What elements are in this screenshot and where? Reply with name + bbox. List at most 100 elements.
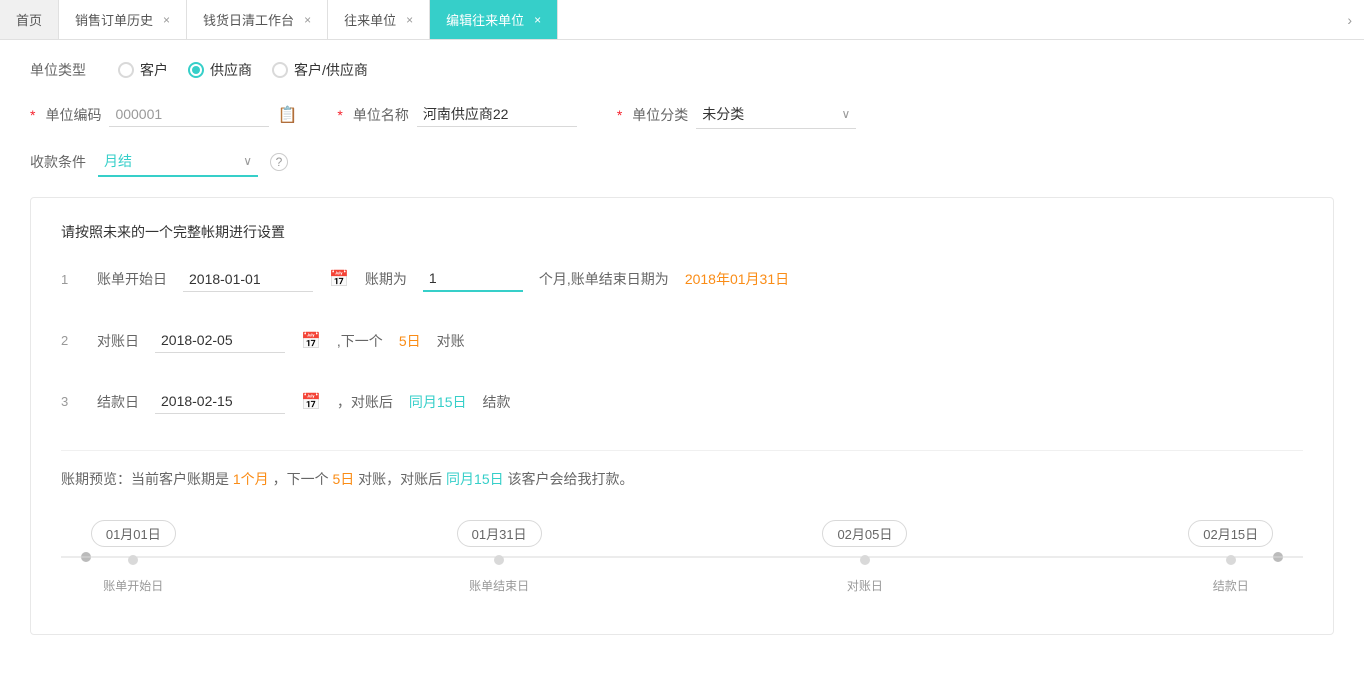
payment-condition-arrow: ∨ <box>243 154 252 168</box>
preview-part3: 同月15日 <box>446 471 504 487</box>
card-title: 请按照未来的一个完整帐期进行设置 <box>61 222 1303 242</box>
row2-suffix-prefix: ,下一个 <box>337 331 383 351</box>
point-2-label: 账单结束日 <box>469 577 529 594</box>
unit-category-group: * 单位分类 未分类 ∨ <box>617 100 856 129</box>
tab-partner-units-label: 往来单位 <box>344 10 396 29</box>
point-4-label: 结款日 <box>1213 577 1249 594</box>
radio-supplier-label: 供应商 <box>210 60 252 80</box>
point-3-date: 02月05日 <box>822 520 907 547</box>
setting-row-3: 3 结款日 📅 ，对账后 同月15日 结款 <box>61 389 1303 422</box>
row1-suffix-text: 个月,账单结束日期为 <box>539 269 669 289</box>
tab-home[interactable]: 首页 <box>0 0 59 39</box>
row3-label: 结款日 <box>97 392 139 412</box>
unit-category-star: * <box>617 107 622 123</box>
radio-both-label: 客户/供应商 <box>294 60 368 80</box>
point-4-dot <box>1226 555 1236 565</box>
unit-category-value: 未分类 <box>702 104 841 124</box>
row3-highlight: 同月15日 <box>409 392 467 412</box>
tab-home-label: 首页 <box>16 10 42 29</box>
timeline-points: 01月01日 账单开始日 01月31日 账单结束日 02月05日 对账日 <box>91 520 1273 594</box>
tab-edit-partner-close[interactable]: × <box>534 13 541 27</box>
preview-prefix: 账期预览：当前客户账期是 <box>61 471 229 487</box>
unit-type-label: 单位类型 <box>30 60 86 80</box>
timeline-point-1: 01月01日 账单开始日 <box>91 520 176 594</box>
help-icon[interactable]: ? <box>270 153 288 171</box>
payment-row: 收款条件 月结 ∨ ? <box>30 147 1334 177</box>
tab-edit-partner-label: 编辑往来单位 <box>446 10 524 29</box>
unit-name-star: * <box>337 107 342 123</box>
tab-partner-units[interactable]: 往来单位 × <box>328 0 430 39</box>
tab-edit-partner[interactable]: 编辑往来单位 × <box>430 0 558 39</box>
payment-condition-label: 收款条件 <box>30 152 86 172</box>
row1-date-input[interactable] <box>183 267 313 292</box>
tab-partner-units-close[interactable]: × <box>406 13 413 27</box>
chevron-right-icon: › <box>1347 12 1352 28</box>
unit-name-label: 单位名称 <box>353 105 409 125</box>
unit-code-star: * <box>30 107 35 123</box>
row1-label: 账单开始日 <box>97 269 167 289</box>
row2-suffix-text: 对账 <box>437 331 465 351</box>
row1-calendar-icon[interactable]: 📅 <box>329 269 349 289</box>
row3-suffix-text: ，对账后 <box>337 392 393 412</box>
row3-calendar-icon[interactable]: 📅 <box>301 392 321 412</box>
tab-more-button[interactable]: › <box>1335 0 1364 39</box>
main-content: 单位类型 客户 供应商 客户/供应商 * 单位编码 📋 * 单位名称 * 单位 <box>0 40 1364 675</box>
unit-code-input[interactable] <box>109 102 269 127</box>
unit-code-icon[interactable]: 📋 <box>277 105 297 125</box>
radio-customer-label: 客户 <box>140 60 168 80</box>
row3-date-input[interactable] <box>155 389 285 414</box>
tab-sales-order-label: 销售订单历史 <box>75 10 153 29</box>
point-4-date: 02月15日 <box>1188 520 1273 547</box>
radio-supplier[interactable]: 供应商 <box>188 60 252 80</box>
point-1-dot <box>128 555 138 565</box>
unit-fields-row: * 单位编码 📋 * 单位名称 * 单位分类 未分类 ∨ <box>30 100 1334 129</box>
row-num-3: 3 <box>61 394 81 409</box>
preview-part2: 5日 <box>332 471 354 487</box>
unit-code-group: * 单位编码 📋 <box>30 102 297 127</box>
tab-bar: 首页 销售订单历史 × 钱货日清工作台 × 往来单位 × 编辑往来单位 × › <box>0 0 1364 40</box>
row1-highlight: 2018年01月31日 <box>685 269 789 289</box>
unit-name-group: * 单位名称 <box>337 102 576 127</box>
row-num-2: 2 <box>61 333 81 348</box>
tab-sales-order[interactable]: 销售订单历史 × <box>59 0 187 39</box>
point-3-dot <box>860 555 870 565</box>
point-2-dot <box>494 555 504 565</box>
row2-calendar-icon[interactable]: 📅 <box>301 331 321 351</box>
point-2-date: 01月31日 <box>457 520 542 547</box>
preview-suffix: 该客户会给我打款。 <box>508 471 634 487</box>
radio-customer[interactable]: 客户 <box>118 60 168 80</box>
row1-middle-text: 账期为 <box>365 269 407 289</box>
point-3-label: 对账日 <box>847 577 883 594</box>
payment-condition-value: 月结 <box>104 151 243 171</box>
unit-type-section: 单位类型 客户 供应商 客户/供应商 <box>30 60 1334 80</box>
row2-label: 对账日 <box>97 331 139 351</box>
setting-row-2: 2 对账日 📅 ,下一个 5日 对账 <box>61 328 1303 361</box>
unit-name-input[interactable] <box>417 102 577 127</box>
radio-both-circle <box>272 62 288 78</box>
row2-highlight: 5日 <box>399 331 421 351</box>
preview-mid2: 对账，对账后 <box>358 471 442 487</box>
row-num-1: 1 <box>61 272 81 287</box>
radio-customer-circle <box>118 62 134 78</box>
tab-cash-ledger[interactable]: 钱货日清工作台 × <box>187 0 328 39</box>
timeline-point-3: 02月05日 对账日 <box>822 520 907 594</box>
tab-cash-ledger-close[interactable]: × <box>304 13 311 27</box>
settings-card: 请按照未来的一个完整帐期进行设置 1 账单开始日 📅 账期为 个月,账单结束日期… <box>30 197 1334 635</box>
preview-mid1: ，下一个 <box>273 471 329 487</box>
unit-category-label: 单位分类 <box>632 105 688 125</box>
row3-suffix-end: 结款 <box>483 392 511 412</box>
point-1-label: 账单开始日 <box>103 577 163 594</box>
row1-period-input[interactable] <box>423 266 523 292</box>
radio-both[interactable]: 客户/供应商 <box>272 60 368 80</box>
setting-row-1: 1 账单开始日 📅 账期为 个月,账单结束日期为 2018年01月31日 <box>61 266 1303 300</box>
preview-text: 账期预览：当前客户账期是 1个月 ，下一个 5日 对账，对账后 同月15日 该客… <box>61 467 1303 492</box>
tab-sales-order-close[interactable]: × <box>163 13 170 27</box>
unit-category-select[interactable]: 未分类 ∨ <box>696 100 856 129</box>
point-1-date: 01月01日 <box>91 520 176 547</box>
timeline-point-2: 01月31日 账单结束日 <box>457 520 542 594</box>
preview-part1: 1个月 <box>233 471 269 487</box>
timeline-point-4: 02月15日 结款日 <box>1188 520 1273 594</box>
payment-condition-select[interactable]: 月结 ∨ <box>98 147 258 177</box>
row2-date-input[interactable] <box>155 328 285 353</box>
unit-code-label: 单位编码 <box>45 105 101 125</box>
